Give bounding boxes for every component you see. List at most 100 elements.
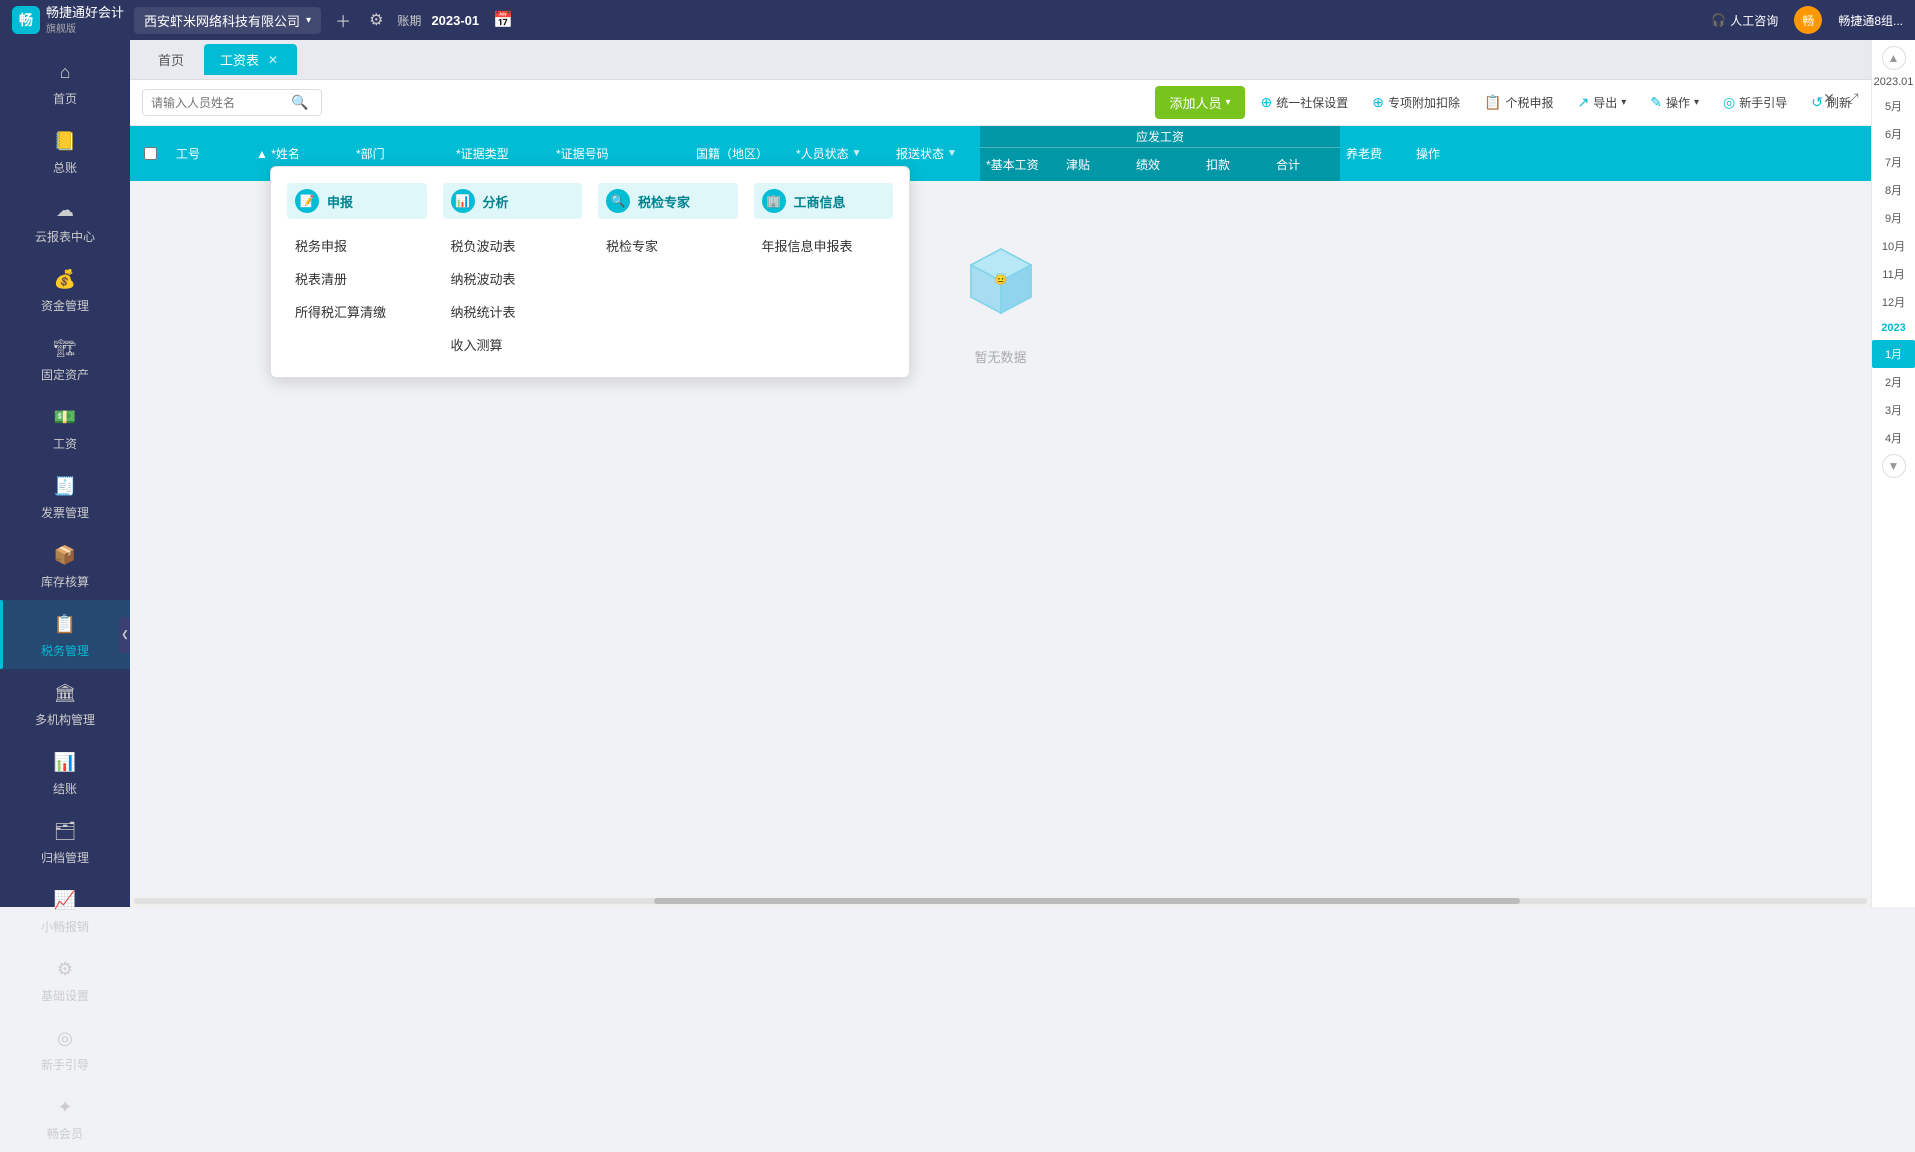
month-2022-05[interactable]: 5月 bbox=[1872, 92, 1915, 120]
menu-tax-declare[interactable]: 税务申报 bbox=[287, 229, 427, 262]
cloud-icon: ☁ bbox=[51, 196, 79, 224]
newbie-icon: ◎ bbox=[51, 1024, 79, 1052]
popup-section-analysis: 📊 分析 税负波动表 纳税波动表 纳税统计表 收入测算 bbox=[443, 183, 583, 361]
tab-close-icon[interactable]: ✕ bbox=[265, 52, 281, 68]
sidebar-item-invoice[interactable]: 🧾 发票管理 bbox=[0, 462, 130, 531]
menu-tax-statistics[interactable]: 纳税统计表 bbox=[443, 295, 583, 328]
social-insurance-button[interactable]: ⊕ 统一社保设置 bbox=[1253, 90, 1357, 115]
export-label: 导出 bbox=[1593, 94, 1617, 111]
sidebar-label-base-settings: 基础设置 bbox=[41, 987, 89, 1004]
salary-icon: 💵 bbox=[51, 403, 79, 431]
year-2023-label: 2023 bbox=[1872, 316, 1915, 340]
company-chevron-down-icon: ▾ bbox=[306, 15, 311, 26]
sidebar-label-archive: 归档管理 bbox=[41, 849, 89, 866]
special-deduct-button[interactable]: ⊕ 专项附加扣除 bbox=[1364, 90, 1468, 115]
content-area: ✕ ⤢ 🔍 添加人员 ▾ ⊕ 统一社保设置 ⊕ bbox=[130, 80, 1871, 907]
popup-section-declare: 📝 申报 税务申报 税表清册 所得税汇算清缴 bbox=[287, 183, 427, 361]
service-button[interactable]: 🎧 人工咨询 bbox=[1711, 12, 1778, 29]
sidebar-item-inventory[interactable]: 📦 库存核算 bbox=[0, 531, 130, 600]
sidebar-item-home[interactable]: ⌂ 首页 bbox=[0, 48, 130, 117]
tax-expert-section-icon: 🔍 bbox=[606, 189, 630, 213]
sidebar-label-multi-org: 多机构管理 bbox=[35, 711, 95, 728]
sidebar-item-tax[interactable]: 📋 税务管理 ❮ bbox=[0, 600, 130, 669]
sidebar-item-newbie[interactable]: ◎ 新手引导 bbox=[0, 1014, 130, 1083]
sidebar-item-cloud-report[interactable]: ☁ 云报表中心 bbox=[0, 186, 130, 255]
month-2023-04[interactable]: 4月 bbox=[1872, 424, 1915, 452]
month-2022-07[interactable]: 7月 bbox=[1872, 148, 1915, 176]
horizontal-scrollbar[interactable] bbox=[130, 895, 1871, 907]
sidebar-item-ledger[interactable]: 📒 总账 bbox=[0, 117, 130, 186]
th-allowance: 津贴 bbox=[1060, 148, 1130, 181]
th-checkbox[interactable] bbox=[130, 139, 170, 168]
tab-home[interactable]: 首页 bbox=[142, 44, 200, 75]
window-close-button[interactable]: ✕ bbox=[1819, 88, 1839, 108]
sidebar-item-fixed-assets[interactable]: 🏗 固定资产 bbox=[0, 324, 130, 393]
app-subtitle: 旗舰版 bbox=[46, 20, 124, 35]
sidebar-label-settlement: 结账 bbox=[53, 780, 77, 797]
select-all-checkbox[interactable] bbox=[144, 147, 157, 160]
month-2022-10[interactable]: 10月 bbox=[1872, 232, 1915, 260]
guide-icon: ◎ bbox=[1723, 94, 1735, 111]
calendar-icon[interactable]: 📅 bbox=[489, 6, 517, 34]
ledger-icon: 📒 bbox=[51, 127, 79, 155]
scrollbar-thumb[interactable] bbox=[654, 898, 1521, 904]
sidebar-label-membership: 畅会员 bbox=[47, 1125, 83, 1142]
sidebar: ⌂ 首页 📒 总账 ☁ 云报表中心 💰 资金管理 🏗 固定资产 💵 工资 🧾 发… bbox=[0, 40, 130, 907]
sidebar-item-archive[interactable]: 🗂 归档管理 bbox=[0, 807, 130, 876]
window-controls: ✕ ⤢ bbox=[1811, 80, 1871, 116]
invoice-icon: 🧾 bbox=[51, 472, 79, 500]
th-wage-group-title: 应发工资 bbox=[980, 126, 1340, 148]
operate-icon: ✎ bbox=[1650, 94, 1662, 111]
window-resize-button[interactable]: ⤢ bbox=[1843, 88, 1863, 108]
th-name-label: ▲ *姓名 bbox=[256, 145, 300, 162]
export-button[interactable]: ↗ 导出 ▾ bbox=[1569, 90, 1634, 115]
capital-icon: 💰 bbox=[51, 265, 79, 293]
guide-button[interactable]: ◎ 新手引导 bbox=[1715, 90, 1795, 115]
company-selector[interactable]: 西安虾米网络科技有限公司 ▾ bbox=[134, 7, 321, 34]
app-logo: 畅 畅捷通好会计 旗舰版 bbox=[12, 5, 124, 36]
tax-icon: 📋 bbox=[51, 610, 79, 638]
month-2022-08[interactable]: 8月 bbox=[1872, 176, 1915, 204]
special-deduct-label: 专项附加扣除 bbox=[1388, 94, 1460, 111]
add-company-button[interactable]: ＋ bbox=[331, 4, 355, 36]
settings-button[interactable]: ⚙ bbox=[365, 6, 387, 34]
tax-declare-button[interactable]: 📋 个税申报 bbox=[1476, 90, 1561, 115]
month-2023-02[interactable]: 2月 bbox=[1872, 368, 1915, 396]
analysis-section-icon: 📊 bbox=[451, 189, 475, 213]
sidebar-item-membership[interactable]: ✦ 畅会员 bbox=[0, 1083, 130, 1152]
analysis-section-title: 分析 bbox=[483, 192, 509, 211]
th-base-wage: *基本工资 bbox=[980, 148, 1060, 181]
search-input[interactable] bbox=[151, 96, 291, 110]
month-2022-11[interactable]: 11月 bbox=[1872, 260, 1915, 288]
menu-tax-expert[interactable]: 税检专家 bbox=[598, 229, 738, 262]
menu-annual-report[interactable]: 年报信息申报表 bbox=[754, 229, 894, 262]
menu-tax-fluctuation[interactable]: 税负波动表 bbox=[443, 229, 583, 262]
operate-button[interactable]: ✎ 操作 ▾ bbox=[1642, 90, 1707, 115]
menu-tax-table[interactable]: 税表清册 bbox=[287, 262, 427, 295]
user-name[interactable]: 畅捷通8组... bbox=[1838, 12, 1903, 29]
month-2023-03[interactable]: 3月 bbox=[1872, 396, 1915, 424]
sidebar-item-multi-org[interactable]: 🏛 多机构管理 bbox=[0, 669, 130, 738]
right-panel-down-button[interactable]: ▼ bbox=[1882, 454, 1906, 478]
month-2022-06[interactable]: 6月 bbox=[1872, 120, 1915, 148]
month-2023-01[interactable]: 1月 bbox=[1872, 340, 1915, 368]
tax-declare-label: 个税申报 bbox=[1505, 94, 1553, 111]
month-2022-12[interactable]: 12月 bbox=[1872, 288, 1915, 316]
tax-expert-section-title: 税检专家 bbox=[638, 192, 690, 211]
sidebar-item-base-settings[interactable]: ⚙ 基础设置 bbox=[0, 945, 130, 1014]
add-person-button[interactable]: 添加人员 ▾ bbox=[1155, 86, 1244, 119]
tab-salary[interactable]: 工资表 ✕ bbox=[204, 44, 297, 75]
menu-income-tax-calc[interactable]: 所得税汇算清缴 bbox=[287, 295, 427, 328]
declare-section-icon: 📝 bbox=[295, 189, 319, 213]
sidebar-item-mini-report[interactable]: 📈 小畅报销 bbox=[0, 876, 130, 945]
menu-payment-fluctuation[interactable]: 纳税波动表 bbox=[443, 262, 583, 295]
sidebar-item-salary[interactable]: 💵 工资 bbox=[0, 393, 130, 462]
sidebar-item-settlement[interactable]: 📊 结账 bbox=[0, 738, 130, 807]
month-2022-09[interactable]: 9月 bbox=[1872, 204, 1915, 232]
membership-icon: ✦ bbox=[51, 1093, 79, 1121]
tax-declare-icon: 📋 bbox=[1484, 94, 1501, 111]
sidebar-item-capital[interactable]: 💰 资金管理 bbox=[0, 255, 130, 324]
menu-income-calc[interactable]: 收入测算 bbox=[443, 328, 583, 361]
avatar: 畅 bbox=[1794, 6, 1822, 34]
right-panel-up-button[interactable]: ▲ bbox=[1882, 46, 1906, 70]
